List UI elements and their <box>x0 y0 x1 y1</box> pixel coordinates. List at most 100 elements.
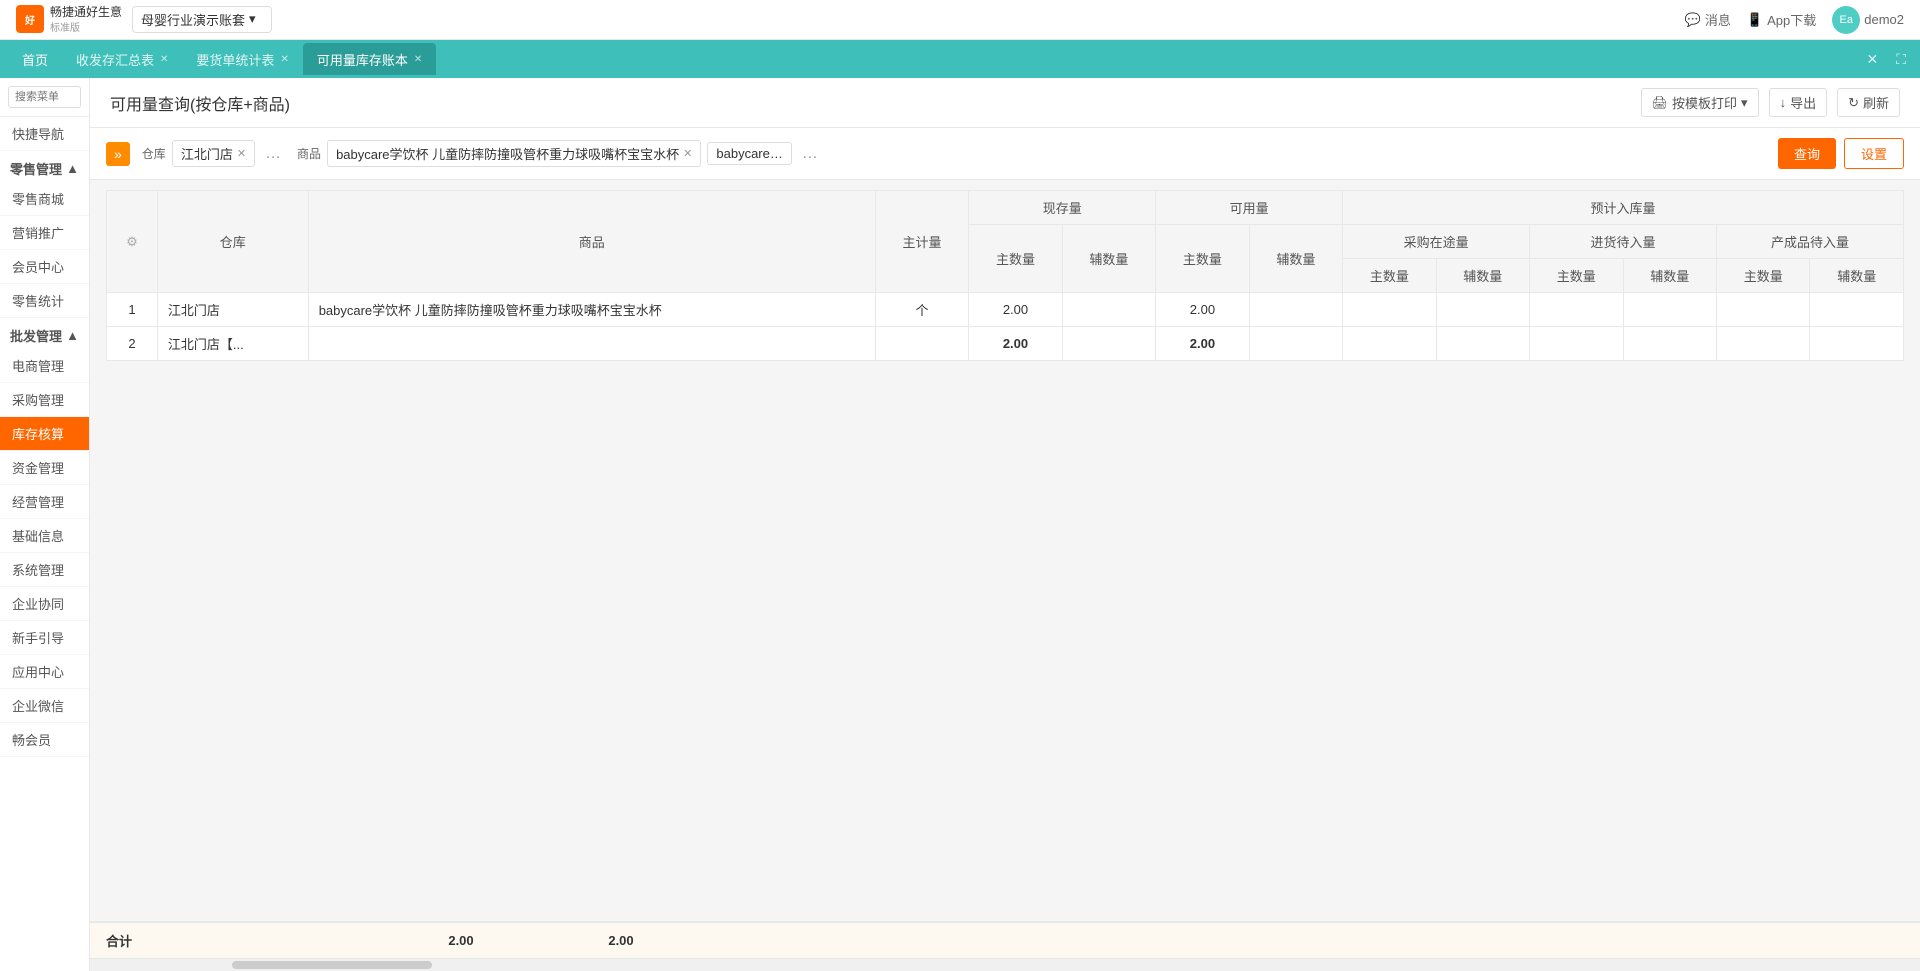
goods-filter-label: 商品 <box>297 145 321 162</box>
cell-inbound-aux-2 <box>1623 327 1716 361</box>
sidebar-item-app-center[interactable]: 应用中心 <box>0 655 89 689</box>
retail-mgmt-label: 零售管理 <box>10 159 62 178</box>
table-area: ⚙ 仓库 商品 主计量 现存量 <box>90 180 1920 921</box>
tab-available-stock[interactable]: 可用量库存账本 ✕ <box>303 43 436 75</box>
app-icon: 📱 <box>1747 12 1763 28</box>
table-row: 1 江北门店 babycare学饮杯 儿童防摔防撞吸管杯重力球吸嘴杯宝宝水杯 个… <box>107 293 1904 327</box>
cell-stock-aux-1 <box>1062 293 1155 327</box>
sidebar-section-retail[interactable]: 零售管理 ▲ <box>0 151 89 182</box>
export-label: 导出 <box>1790 93 1816 112</box>
tab-order-stats-label: 要货单统计表 <box>196 50 274 69</box>
sidebar-item-enterprise-wechat[interactable]: 企业微信 <box>0 689 89 723</box>
th-product-aux: 辅数量 <box>1810 259 1904 293</box>
sidebar-item-member[interactable]: 会员中心 <box>0 250 89 284</box>
logo-area: 好 畅捷通好生意 标准版 <box>16 5 122 34</box>
th-settings[interactable]: ⚙ <box>107 191 158 293</box>
logo-icon: 好 <box>16 5 44 33</box>
cell-inbound-aux-1 <box>1623 293 1716 327</box>
content-area: 可用量查询(按仓库+商品) 🖨 按模板打印 ▾ ↓ 导出 ↻ 刷新 » <box>90 78 1920 971</box>
tab-receive-pay-close[interactable]: ✕ <box>160 54 168 65</box>
sidebar-item-system[interactable]: 系统管理 <box>0 553 89 587</box>
warehouse-filter-value: 江北门店 <box>181 144 233 163</box>
warehouse-filter-group: 仓库 江北门店 ✕ … <box>142 140 285 167</box>
cell-stock-main-2: 2.00 <box>969 327 1062 361</box>
tab-available-stock-label: 可用量库存账本 <box>317 50 408 69</box>
query-button[interactable]: 查询 <box>1778 138 1836 169</box>
th-purchase-main: 主数量 <box>1343 259 1436 293</box>
cell-unit-2 <box>875 327 968 361</box>
maximize-icon[interactable]: ⛶ <box>1890 49 1912 70</box>
enterprise-name: 母婴行业演示账套 <box>141 10 245 29</box>
cell-avail-main-1: 2.00 <box>1156 293 1249 327</box>
search-input[interactable] <box>8 86 81 108</box>
sidebar-item-marketing[interactable]: 营销推广 <box>0 216 89 250</box>
sidebar-item-quick-nav[interactable]: 快捷导航 <box>0 117 89 151</box>
chevron-icon: ▲ <box>66 161 79 176</box>
scrollbar-thumb[interactable] <box>232 961 432 969</box>
message-button[interactable]: 💬 消息 <box>1685 10 1731 29</box>
filter-toggle-button[interactable]: » <box>106 142 130 166</box>
settings-button[interactable]: 设置 <box>1844 138 1904 169</box>
warehouse-filter-tag[interactable]: 江北门店 ✕ <box>172 140 255 167</box>
user-area[interactable]: Ea demo2 <box>1832 6 1904 34</box>
filter-action-buttons: 查询 设置 <box>1778 138 1904 169</box>
horizontal-scrollbar[interactable] <box>90 959 1920 971</box>
sidebar-item-ecommerce[interactable]: 电商管理 <box>0 349 89 383</box>
sidebar-item-finance[interactable]: 资金管理 <box>0 451 89 485</box>
goods-more-icon[interactable]: … <box>798 145 822 163</box>
tab-order-stats-close[interactable]: ✕ <box>280 54 288 65</box>
app-download-button[interactable]: 📱 App下载 <box>1747 10 1816 29</box>
warehouse-remove-icon[interactable]: ✕ <box>237 147 246 160</box>
sidebar-item-basic-info[interactable]: 基础信息 <box>0 519 89 553</box>
cell-stock-aux-2 <box>1062 327 1155 361</box>
print-template-button[interactable]: 🖨 按模板打印 ▾ <box>1641 88 1759 117</box>
th-product-pending: 产成品待入量 <box>1716 225 1903 259</box>
tab-order-stats[interactable]: 要货单统计表 ✕ <box>182 43 302 75</box>
cell-goods-1: babycare学饮杯 儿童防摔防撞吸管杯重力球吸嘴杯宝宝水杯 <box>308 293 875 327</box>
th-purchase-aux: 辅数量 <box>1436 259 1529 293</box>
footer-values: 2.00 2.00 <box>261 933 661 948</box>
filter-area: » 仓库 江北门店 ✕ … 商品 babycare学饮杯 儿童防摔防撞吸管杯重力… <box>90 128 1920 180</box>
tab-home[interactable]: 首页 <box>8 43 62 75</box>
user-avatar: Ea <box>1832 6 1860 34</box>
refresh-button[interactable]: ↻ 刷新 <box>1837 88 1900 117</box>
print-template-label: 按模板打印 <box>1672 93 1737 112</box>
username-label: demo2 <box>1864 12 1904 27</box>
sidebar-item-operations[interactable]: 经营管理 <box>0 485 89 519</box>
goods-filter-tag2[interactable]: babycare… <box>707 142 791 165</box>
settings-icon[interactable]: ⚙ <box>126 234 138 249</box>
th-avail-main-qty: 主数量 <box>1156 225 1249 293</box>
footer-label: 合计 <box>106 931 261 950</box>
cell-product-aux-2 <box>1810 327 1904 361</box>
enterprise-selector[interactable]: 母婴行业演示账套 ▾ <box>132 6 272 33</box>
warehouse-more-icon[interactable]: … <box>261 145 285 163</box>
tab-available-stock-close[interactable]: ✕ <box>414 54 422 65</box>
goods-filter-tag1[interactable]: babycare学饮杯 儿童防摔防撞吸管杯重力球吸嘴杯宝宝水杯 ✕ <box>327 140 701 167</box>
cell-no-2: 2 <box>107 327 158 361</box>
sidebar-search-area <box>0 78 89 117</box>
sidebar-item-retail-store[interactable]: 零售商城 <box>0 182 89 216</box>
th-product-main: 主数量 <box>1716 259 1809 293</box>
sidebar-item-purchase[interactable]: 采购管理 <box>0 383 89 417</box>
export-button[interactable]: ↓ 导出 <box>1769 88 1828 117</box>
close-window-icon[interactable]: ✕ <box>1860 49 1884 70</box>
goods-remove-icon1[interactable]: ✕ <box>683 147 692 160</box>
cell-purchase-aux-1 <box>1436 293 1529 327</box>
cell-inbound-main-2 <box>1530 327 1623 361</box>
sidebar-section-wholesale[interactable]: 批发管理 ▲ <box>0 318 89 349</box>
sidebar-item-inventory[interactable]: 库存核算 <box>0 417 89 451</box>
sidebar-item-new-guide[interactable]: 新手引导 <box>0 621 89 655</box>
th-main-unit: 主计量 <box>875 191 968 293</box>
sidebar-item-vip-member[interactable]: 畅会员 <box>0 723 89 757</box>
tab-receive-pay[interactable]: 收发存汇总表 ✕ <box>62 43 182 75</box>
logo-text-area: 畅捷通好生意 标准版 <box>50 5 122 34</box>
sidebar-item-retail-stats[interactable]: 零售统计 <box>0 284 89 318</box>
cell-inbound-main-1 <box>1530 293 1623 327</box>
goods-filter-value1: babycare学饮杯 儿童防摔防撞吸管杯重力球吸嘴杯宝宝水杯 <box>336 144 679 163</box>
top-bar-left: 好 畅捷通好生意 标准版 母婴行业演示账套 ▾ <box>16 5 272 34</box>
tab-receive-pay-label: 收发存汇总表 <box>76 50 154 69</box>
logo-text: 畅捷通好生意 <box>50 5 122 19</box>
sidebar-item-enterprise-coop[interactable]: 企业协同 <box>0 587 89 621</box>
table-row: 2 江北门店【... 2.00 2.00 <box>107 327 1904 361</box>
main-layout: 快捷导航 零售管理 ▲ 零售商城 营销推广 会员中心 零售统计 批发管理 ▲ 电… <box>0 78 1920 971</box>
